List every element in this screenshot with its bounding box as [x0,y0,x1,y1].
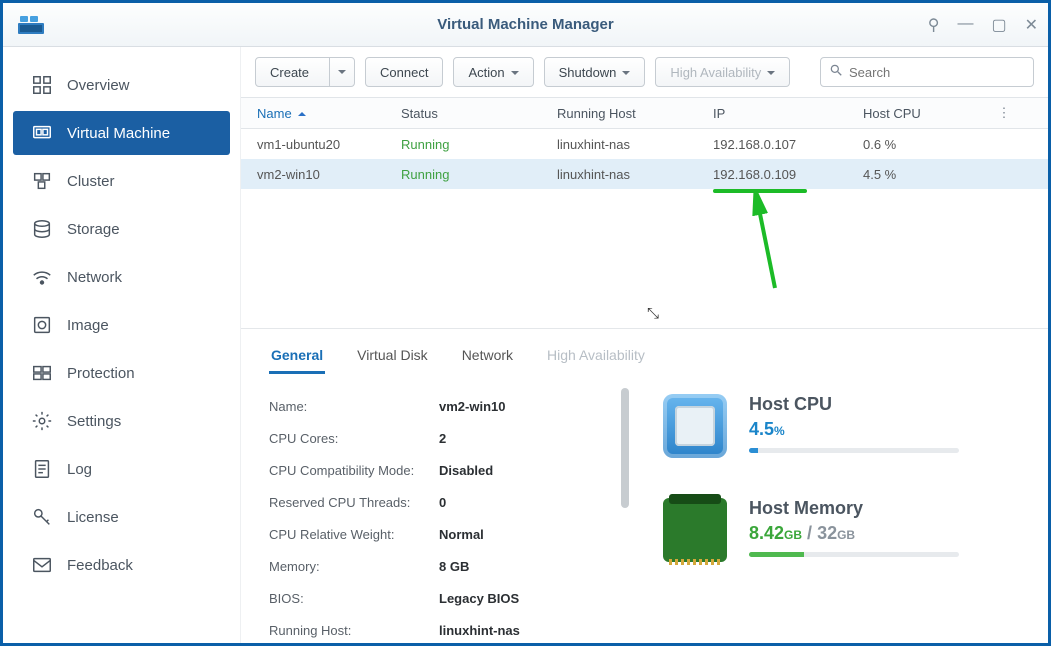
sidebar-item-cluster[interactable]: Cluster [13,159,230,203]
titlebar: Virtual Machine Manager ⚲ — ▢ ✕ [3,3,1048,47]
general-properties: Name:vm2-win10 CPU Cores:2 CPU Compatibi… [241,374,621,643]
sidebar-item-image[interactable]: Image [13,303,230,347]
app-icon [17,15,45,35]
cpu-icon [663,394,727,458]
sidebar-item-protection[interactable]: Protection [13,351,230,395]
sidebar-item-label: Log [67,461,92,478]
memory-usage-bar [749,552,959,557]
annotation-arrow [745,193,785,293]
tab-network[interactable]: Network [460,339,515,374]
search-icon [829,63,843,82]
host-memory-stat: Host Memory 8.42GB / 32GB [663,498,1022,562]
gear-icon [31,410,53,432]
sidebar-item-label: Settings [67,413,121,430]
tab-virtual-disk[interactable]: Virtual Disk [355,339,430,374]
cpu-usage-bar [749,448,959,453]
protection-icon [31,362,53,384]
sidebar-item-network[interactable]: Network [13,255,230,299]
key-icon [31,506,53,528]
sidebar: Overview Virtual Machine Cluster Storage… [3,47,241,643]
toolbar: Create Connect Action Shutdown High Avai… [241,47,1048,97]
sidebar-item-overview[interactable]: Overview [13,63,230,107]
search-box[interactable] [820,57,1034,87]
pin-icon[interactable]: ⚲ [928,15,940,35]
window-title: Virtual Machine Manager [3,16,1048,33]
maximize-icon[interactable]: ▢ [991,15,1006,35]
columns-menu-icon[interactable]: ⋮ [993,105,1015,121]
log-icon [31,458,53,480]
minimize-icon[interactable]: — [957,15,973,35]
sidebar-item-label: Image [67,317,109,334]
sidebar-item-label: Protection [67,365,135,382]
vm-icon [31,122,53,144]
network-icon [31,266,53,288]
sidebar-item-label: Overview [67,77,130,94]
sidebar-item-settings[interactable]: Settings [13,399,230,443]
shutdown-button[interactable]: Shutdown [544,57,646,87]
th-host-cpu[interactable]: Host CPU [863,106,993,121]
table-row[interactable]: vm1-ubuntu20 Running linuxhint-nas 192.1… [241,129,1048,159]
chevron-down-icon [511,65,519,80]
sidebar-item-label: License [67,509,119,526]
chevron-down-icon [767,65,775,80]
host-cpu-title: Host CPU [749,394,959,415]
close-icon[interactable]: ✕ [1025,15,1038,35]
table-row[interactable]: vm2-win10 Running linuxhint-nas 192.168.… [241,159,1048,189]
sidebar-item-label: Storage [67,221,120,238]
chevron-down-icon [622,65,630,80]
sidebar-item-label: Cluster [67,173,115,190]
host-cpu-stat: Host CPU 4.5% [663,394,1022,458]
high-availability-button[interactable]: High Availability [655,57,790,87]
tab-high-availability[interactable]: High Availability [545,339,647,374]
sidebar-item-label: Network [67,269,122,286]
connect-button[interactable]: Connect [365,57,443,87]
th-name[interactable]: Name [241,106,401,121]
memory-icon [663,498,727,562]
th-ip[interactable]: IP [713,106,863,121]
sidebar-item-feedback[interactable]: Feedback [13,543,230,587]
action-button[interactable]: Action [453,57,533,87]
scrollbar[interactable] [621,388,629,629]
sidebar-item-virtual-machine[interactable]: Virtual Machine [13,111,230,155]
sidebar-item-label: Feedback [67,557,133,574]
sidebar-item-label: Virtual Machine [67,125,170,142]
mail-icon [31,554,53,576]
details-panel: General Virtual Disk Network High Availa… [241,328,1048,643]
cursor-icon: ⤡ [647,305,659,322]
sidebar-item-log[interactable]: Log [13,447,230,491]
th-status[interactable]: Status [401,106,557,121]
host-memory-title: Host Memory [749,498,959,519]
storage-icon [31,218,53,240]
vm-list-empty-area: ⤡ [241,189,1048,328]
sidebar-item-storage[interactable]: Storage [13,207,230,251]
tab-general[interactable]: General [269,339,325,374]
create-button[interactable]: Create [255,57,355,87]
th-running-host[interactable]: Running Host [557,106,713,121]
image-icon [31,314,53,336]
sidebar-item-license[interactable]: License [13,495,230,539]
overview-icon [31,74,53,96]
chevron-down-icon[interactable] [329,58,354,86]
search-input[interactable] [849,65,1025,80]
table-header: Name Status Running Host IP Host CPU ⋮ [241,97,1048,129]
cluster-icon [31,170,53,192]
